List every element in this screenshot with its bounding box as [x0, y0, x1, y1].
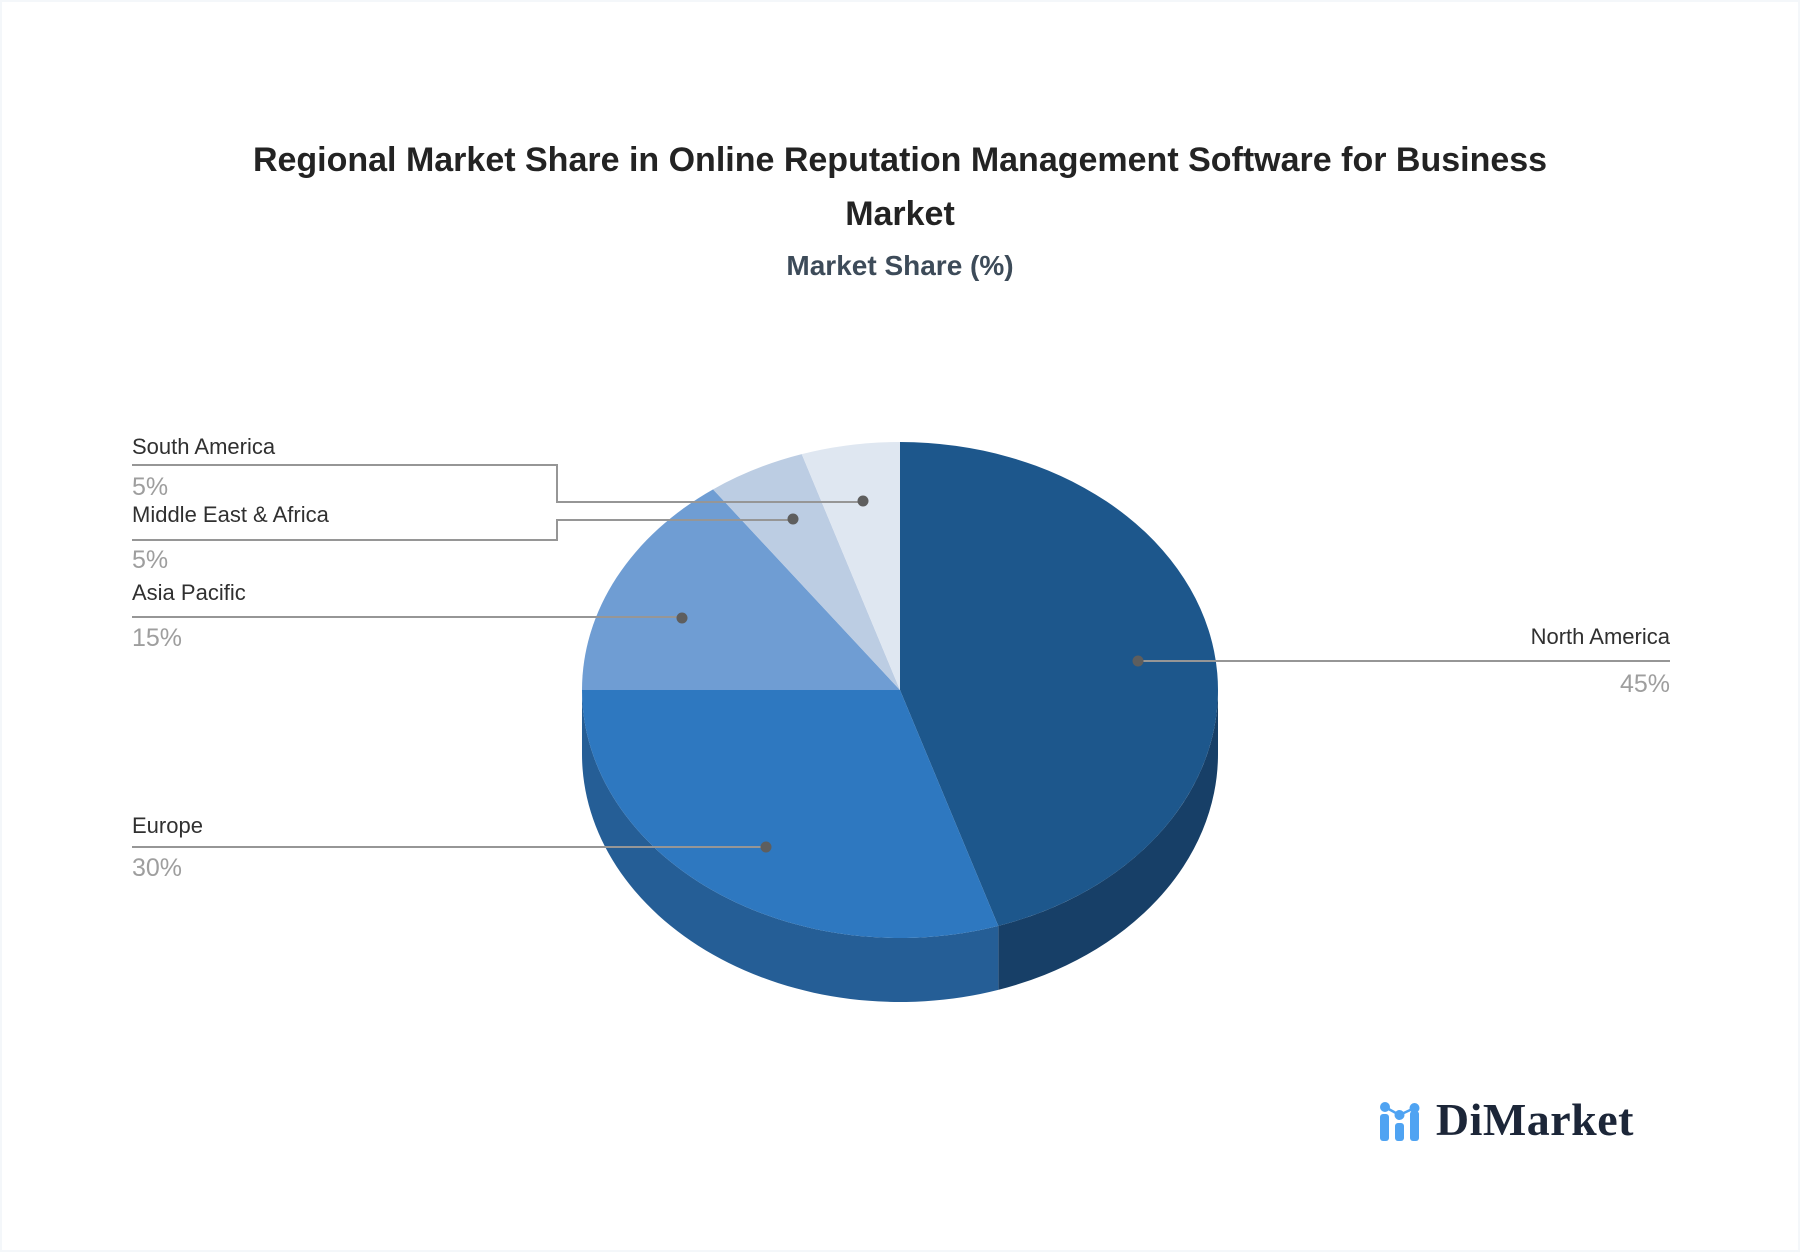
chart-page: Regional Market Share in Online Reputati…	[0, 0, 1800, 1252]
slice-pct-europe: 30%	[132, 854, 183, 882]
slice-label-asia-pacific: Asia Pacific	[132, 580, 246, 605]
slice-label-europe: Europe	[132, 813, 203, 838]
slice-pct-middle-east-africa: 5%	[132, 546, 169, 574]
slice-pct-asia-pacific: 15%	[132, 624, 183, 652]
slice-label-middle-east-africa: Middle East & Africa	[132, 502, 329, 527]
bar-chart-logo-icon	[1379, 1102, 1420, 1141]
dimarket-logo: DiMarket	[1376, 1096, 1634, 1144]
connector-dot-south-america	[857, 495, 869, 507]
connector-dot-middle-east-africa	[787, 513, 799, 525]
slice-label-south-america: South America	[132, 434, 276, 459]
slice-label-north-america: North America	[1530, 624, 1670, 649]
slice-pct-north-america: 45%	[1619, 670, 1670, 698]
connector-dot-europe	[760, 841, 772, 853]
slice-pct-south-america: 5%	[132, 473, 169, 501]
connector-dot-asia-pacific	[676, 612, 688, 624]
connector-dot-north-america	[1132, 655, 1144, 667]
logo-text: DiMarket	[1435, 1094, 1634, 1145]
